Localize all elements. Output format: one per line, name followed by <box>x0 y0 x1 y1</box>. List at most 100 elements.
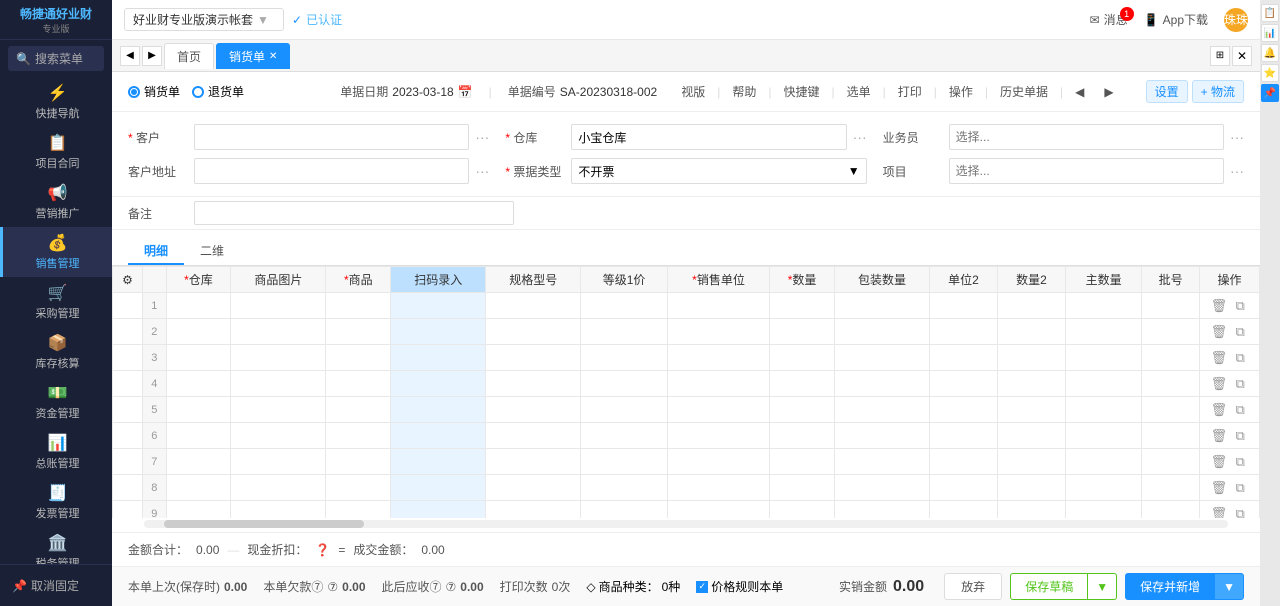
price-check-field[interactable]: 价格规则本单 <box>696 578 783 595</box>
th-image: 商品图片 <box>231 267 326 293</box>
tab-detail[interactable]: 明细 <box>128 238 184 265</box>
customer-input[interactable] <box>194 124 469 150</box>
remark-input[interactable] <box>194 201 514 225</box>
right-btn-2[interactable]: 📊 <box>1261 24 1279 42</box>
salesperson-field: 业务员 ··· <box>883 124 1244 150</box>
customer-addr-more-icon[interactable]: ··· <box>475 163 489 179</box>
tab-close-icon[interactable]: ✕ <box>269 51 277 62</box>
row-copy-button[interactable]: ⧉ <box>1231 427 1249 445</box>
sidebar-item-purchase[interactable]: 🛒 采购管理 <box>0 277 112 327</box>
sidebar-item-tax[interactable]: 🏛️ 税务管理 <box>0 527 112 564</box>
right-btn-3[interactable]: 🔔 <box>1261 44 1279 62</box>
price-check-checkbox[interactable] <box>696 581 708 593</box>
search-menu-button[interactable]: 🔍 搜索菜单 <box>8 46 104 71</box>
sidebar-item-project[interactable]: 📋 项目合同 <box>0 127 112 177</box>
tab-prev-button[interactable]: ◀ <box>120 46 140 66</box>
app-download-button[interactable]: 📱 App下载 <box>1144 11 1208 28</box>
project-input[interactable] <box>949 158 1224 184</box>
row-delete-button[interactable]: 🗑 <box>1210 349 1228 367</box>
history-button[interactable]: 历史单据 <box>992 81 1056 102</box>
settings-button[interactable]: 设置 <box>1146 80 1188 103</box>
radio-sales-order[interactable]: 销货单 <box>128 83 180 100</box>
th-spec: 规格型号 <box>486 267 581 293</box>
radio-return-order[interactable]: 退货单 <box>192 83 244 100</box>
sidebar-item-ledger[interactable]: 📊 总账管理 <box>0 427 112 477</box>
th-settings[interactable]: ⚙ <box>113 267 143 293</box>
tab-2d[interactable]: 二维 <box>184 238 240 265</box>
right-sidebar: 📋 📊 🔔 ⭐ 📌 <box>1260 0 1280 606</box>
help-button[interactable]: 帮助 <box>724 81 764 102</box>
table-scrollbar[interactable] <box>112 518 1260 532</box>
topbar-actions: ✉ 消息 1 📱 App下载 珠珠 <box>1090 8 1248 32</box>
row-copy-button[interactable]: ⧉ <box>1231 349 1249 367</box>
operate-button[interactable]: 操作 <box>941 81 981 102</box>
row-copy-button[interactable]: ⧉ <box>1231 375 1249 393</box>
salesperson-input[interactable] <box>949 124 1224 150</box>
row-delete-button[interactable]: 🗑 <box>1210 297 1228 315</box>
select-button[interactable]: 选单 <box>839 81 879 102</box>
row-copy-button[interactable]: ⧉ <box>1231 453 1249 471</box>
row-delete-button[interactable]: 🗑 <box>1210 479 1228 497</box>
calendar-icon[interactable]: 📅 <box>458 85 473 99</box>
realized-value: 0.00 <box>893 578 924 596</box>
app-logo: 畅捷通好业财 专业版 <box>0 0 112 40</box>
right-btn-1[interactable]: 📋 <box>1261 4 1279 22</box>
unpin-button[interactable]: 📌 取消固定 <box>8 573 104 598</box>
preview-button[interactable]: 视版 <box>673 81 713 102</box>
row-delete-button[interactable]: 🗑 <box>1210 505 1228 519</box>
product-icon: ◇ <box>586 580 595 594</box>
row-delete-button[interactable]: 🗑 <box>1210 323 1228 341</box>
tab-list-button[interactable]: ⊞ <box>1210 46 1230 66</box>
project-more-icon[interactable]: ··· <box>1230 163 1244 179</box>
customer-more-icon[interactable]: ··· <box>475 129 489 145</box>
avatar[interactable]: 珠珠 <box>1224 8 1248 32</box>
order-balance-info: 本单上次(保存时) 0.00 <box>128 578 247 595</box>
save-new-button[interactable]: 保存并新增 <box>1125 573 1215 600</box>
row-delete-button[interactable]: 🗑 <box>1210 401 1228 419</box>
sidebar-item-finance[interactable]: 💵 资金管理 <box>0 377 112 427</box>
row-copy-button[interactable]: ⧉ <box>1231 401 1249 419</box>
print-button[interactable]: 打印 <box>890 81 930 102</box>
add-logistics-button[interactable]: + 物流 <box>1192 80 1244 103</box>
next-record-button[interactable]: ▶ <box>1096 83 1121 101</box>
shortcut-button[interactable]: 快捷键 <box>775 81 827 102</box>
salesperson-more-icon[interactable]: ··· <box>1230 129 1244 145</box>
row-delete-button[interactable]: 🗑 <box>1210 427 1228 445</box>
row-copy-button[interactable]: ⧉ <box>1231 297 1249 315</box>
tab-next-button[interactable]: ▶ <box>142 46 162 66</box>
row-copy-button[interactable]: ⧉ <box>1231 505 1249 519</box>
sidebar-item-inventory[interactable]: 📦 库存核算 <box>0 327 112 377</box>
tab-sales-order[interactable]: 销货单 ✕ <box>216 43 290 69</box>
invoice-type-select[interactable]: 不开票 ▼ <box>571 158 866 184</box>
warehouse-input[interactable] <box>571 124 846 150</box>
row-copy-button[interactable]: ⧉ <box>1231 323 1249 341</box>
sidebar-item-marketing[interactable]: 📢 营销推广 <box>0 177 112 227</box>
right-btn-4[interactable]: ⭐ <box>1261 64 1279 82</box>
save-draft-button[interactable]: 保存草稿 <box>1010 573 1088 600</box>
discard-button[interactable]: 放弃 <box>944 573 1002 600</box>
form-meta: 单据日期 2023-03-18 📅 | 单据编号 SA-20230318-002 <box>340 83 657 100</box>
tab-home[interactable]: 首页 <box>164 43 214 69</box>
th-main-qty: 主数量 <box>1066 267 1142 293</box>
order-balance-value: 0.00 <box>224 580 247 594</box>
right-btn-5[interactable]: 📌 <box>1261 84 1279 102</box>
row-copy-button[interactable]: ⧉ <box>1231 479 1249 497</box>
table-tabs: 明细 二维 <box>112 230 1260 266</box>
th-unit2: 单位2 <box>930 267 998 293</box>
sidebar-item-quick-nav[interactable]: ⚡ 快捷导航 <box>0 77 112 127</box>
customer-addr-input[interactable] <box>194 158 469 184</box>
messages-button[interactable]: ✉ 消息 1 <box>1090 11 1128 28</box>
sidebar-item-invoice[interactable]: 🧾 发票管理 <box>0 477 112 527</box>
sidebar-bottom: 📌 取消固定 <box>0 564 112 606</box>
sidebar-item-sales[interactable]: 💰 销售管理 <box>0 227 112 277</box>
prev-record-button[interactable]: ◀ <box>1067 83 1092 101</box>
row-delete-button[interactable]: 🗑 <box>1210 375 1228 393</box>
save-draft-dropdown-button[interactable]: ▼ <box>1088 573 1117 600</box>
row-delete-button[interactable]: 🗑 <box>1210 453 1228 471</box>
company-selector[interactable]: 好业财专业版演示帐套 ▼ <box>124 8 284 31</box>
th-scan[interactable]: 扫码录入 <box>391 267 486 293</box>
tab-close-all-button[interactable]: ✕ <box>1232 46 1252 66</box>
warehouse-more-icon[interactable]: ··· <box>853 129 867 145</box>
remark-row: 备注 <box>112 197 1260 230</box>
save-new-dropdown-button[interactable]: ▼ <box>1215 573 1244 600</box>
